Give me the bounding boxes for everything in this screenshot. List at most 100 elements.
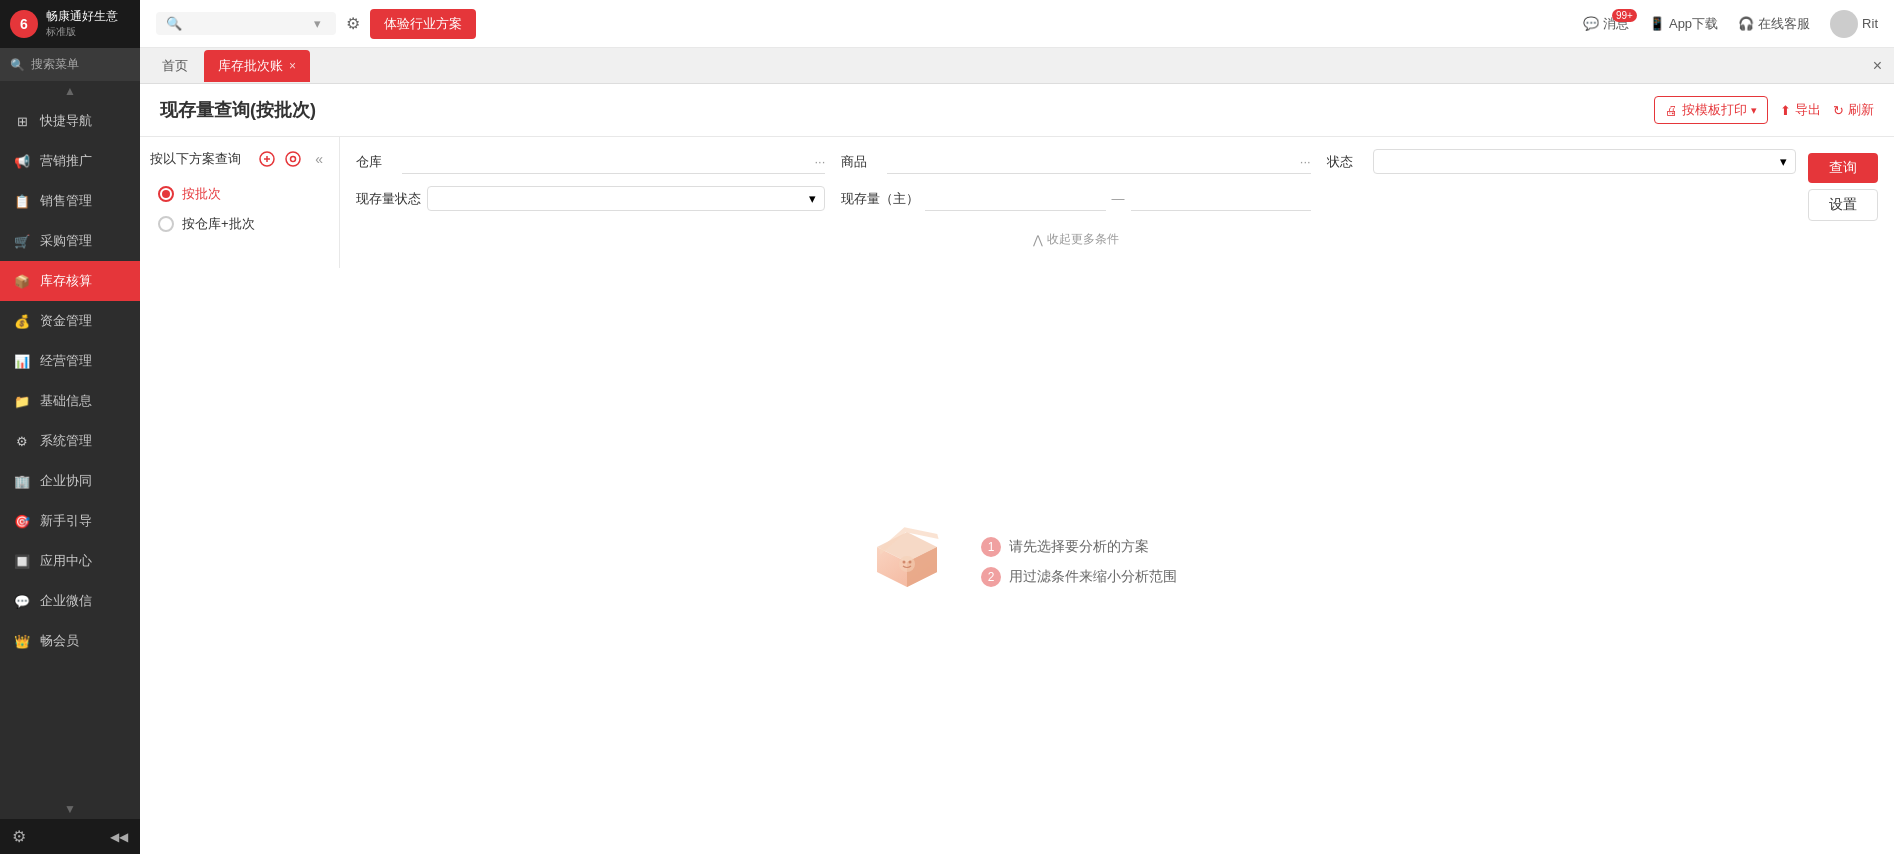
app-download-btn[interactable]: 📱 App下载 <box>1649 15 1718 33</box>
filter-option-by-warehouse-batch-label: 按仓库+批次 <box>182 215 255 233</box>
filter-collapse-btn[interactable]: « <box>309 149 329 169</box>
inventory-status-dropdown[interactable]: ▾ <box>427 186 825 211</box>
action-col: 查询 设置 <box>1808 149 1878 221</box>
collapse-more-btn[interactable]: ⋀ 收起更多条件 <box>356 223 1796 256</box>
sidebar-item-wechat[interactable]: 💬 企业微信 <box>0 581 140 621</box>
svg-point-4 <box>291 157 296 162</box>
filter-title-row: 按以下方案查询 <box>150 149 329 169</box>
print-dropdown-icon[interactable]: ▾ <box>1751 104 1757 117</box>
refresh-label: 刷新 <box>1848 101 1874 119</box>
product-input[interactable] <box>887 154 1299 169</box>
warehouse-more-icon[interactable]: ··· <box>814 154 825 169</box>
warehouse-input[interactable] <box>402 154 814 169</box>
sidebar-item-guide[interactable]: 🎯 新手引导 <box>0 501 140 541</box>
filter-option-by-warehouse-batch[interactable]: 按仓库+批次 <box>150 209 329 239</box>
message-icon: 💬 <box>1583 16 1599 31</box>
filter-add-btn[interactable] <box>257 149 277 169</box>
sidebar-scroll-up[interactable]: ▲ <box>0 81 140 101</box>
topbar-dropdown-icon[interactable]: ▾ <box>314 16 321 31</box>
content-area: 现存量查询(按批次) 🖨 按模板打印 ▾ ⬆ 导出 ↻ 刷新 <box>140 84 1894 854</box>
export-btn[interactable]: ⬆ 导出 <box>1780 101 1821 119</box>
sidebar-item-label: 销售管理 <box>40 192 92 210</box>
page-header: 现存量查询(按批次) 🖨 按模板打印 ▾ ⬆ 导出 ↻ 刷新 <box>140 84 1894 137</box>
online-service-btn[interactable]: 🎧 在线客服 <box>1738 15 1810 33</box>
sidebar-collapse-icon[interactable]: ◀◀ <box>110 830 128 844</box>
sidebar-item-membership[interactable]: 👑 畅会员 <box>0 621 140 661</box>
export-icon: ⬆ <box>1780 103 1791 118</box>
quantity-min-input[interactable] <box>925 187 1105 211</box>
empty-tip-1: 1 请先选择要分析的方案 <box>981 537 1177 557</box>
phone-icon: 📱 <box>1649 16 1665 31</box>
sidebar-item-operations[interactable]: 📊 经营管理 <box>0 341 140 381</box>
finance-icon: 💰 <box>12 311 32 331</box>
filter-left-panel: 按以下方案查询 <box>140 137 340 268</box>
sidebar-item-system[interactable]: ⚙ 系统管理 <box>0 421 140 461</box>
sidebar-item-finance[interactable]: 💰 资金管理 <box>0 301 140 341</box>
sidebar-item-label: 系统管理 <box>40 432 92 450</box>
wechat-icon: 💬 <box>12 591 32 611</box>
operations-icon: 📊 <box>12 351 32 371</box>
empty-state: 1 请先选择要分析的方案 2 用过滤条件来缩小分析范围 <box>140 270 1894 854</box>
search-icon: 🔍 <box>10 58 25 72</box>
user-profile-btn[interactable]: Rit <box>1830 10 1878 38</box>
refresh-btn[interactable]: ↻ 刷新 <box>1833 101 1874 119</box>
product-input-wrapper: ··· <box>887 150 1310 174</box>
product-more-icon[interactable]: ··· <box>1300 154 1311 169</box>
sidebar-item-marketing[interactable]: 📢 营销推广 <box>0 141 140 181</box>
tip-num-2: 2 <box>981 567 1001 587</box>
topbar-search-input[interactable] <box>188 17 308 31</box>
warehouse-label: 仓库 <box>356 153 396 171</box>
sidebar-item-sales[interactable]: 📋 销售管理 <box>0 181 140 221</box>
page-header-actions: 🖨 按模板打印 ▾ ⬆ 导出 ↻ 刷新 <box>1654 96 1874 124</box>
sidebar-settings-icon[interactable]: ⚙ <box>12 827 26 846</box>
sidebar-item-purchase[interactable]: 🛒 采购管理 <box>0 221 140 261</box>
marketing-icon: 📢 <box>12 151 32 171</box>
sidebar-item-inventory[interactable]: 📦 库存核算 <box>0 261 140 301</box>
quantity-dash: — <box>1112 191 1125 206</box>
sidebar: 6 畅康通好生意 标准版 🔍 搜索菜单 ▲ ⊞ 快捷导航 📢 营销推广 📋 销售… <box>0 0 140 854</box>
filter-area: 按以下方案查询 <box>140 137 1894 854</box>
sidebar-item-label: 采购管理 <box>40 232 92 250</box>
sidebar-item-label: 新手引导 <box>40 512 92 530</box>
filter-rows-wrapper: 仓库 ··· 商品 <box>356 149 1878 256</box>
query-btn[interactable]: 查询 <box>1808 153 1878 183</box>
template-print-label: 按模板打印 <box>1682 101 1747 119</box>
sidebar-item-quick-nav[interactable]: ⊞ 快捷导航 <box>0 101 140 141</box>
topbar-settings-icon[interactable]: ⚙ <box>346 14 360 33</box>
service-icon: 🎧 <box>1738 16 1754 31</box>
sidebar-item-basic-info[interactable]: 📁 基础信息 <box>0 381 140 421</box>
sidebar-scroll-down[interactable]: ▼ <box>0 799 140 819</box>
filter-results-area: 按以下方案查询 <box>140 137 1894 854</box>
panel-close-btn[interactable]: × <box>1869 53 1886 79</box>
tab-close-icon[interactable]: × <box>289 59 296 73</box>
experience-btn[interactable]: 体验行业方案 <box>370 9 476 39</box>
status-dropdown[interactable]: ▾ <box>1373 149 1796 174</box>
sidebar-item-label: 经营管理 <box>40 352 92 370</box>
tip-text-2: 用过滤条件来缩小分析范围 <box>1009 568 1177 586</box>
sidebar-item-enterprise[interactable]: 🏢 企业协同 <box>0 461 140 501</box>
filter-field-status: 状态 ▾ <box>1327 149 1796 174</box>
inventory-status-dropdown-icon: ▾ <box>809 191 816 206</box>
sidebar-header: 6 畅康通好生意 标准版 <box>0 0 140 48</box>
filter-option-by-batch[interactable]: 按批次 <box>150 179 329 209</box>
status-label: 状态 <box>1327 153 1367 171</box>
tab-home[interactable]: 首页 <box>148 50 202 82</box>
template-print-btn[interactable]: 🖨 按模板打印 ▾ <box>1654 96 1768 124</box>
export-label: 导出 <box>1795 101 1821 119</box>
quick-nav-icon: ⊞ <box>12 111 32 131</box>
messages-btn[interactable]: 💬 消息 99+ <box>1583 15 1629 33</box>
quantity-max-input[interactable] <box>1131 187 1311 211</box>
tabs-bar: 首页 库存批次账 × × <box>140 48 1894 84</box>
filter-settings-btn[interactable] <box>283 149 303 169</box>
setting-btn[interactable]: 设置 <box>1808 189 1878 221</box>
enterprise-icon: 🏢 <box>12 471 32 491</box>
tab-home-label: 首页 <box>162 57 188 75</box>
filter-icon-group: « <box>257 149 329 169</box>
inventory-icon: 📦 <box>12 271 32 291</box>
sidebar-item-app-center[interactable]: 🔲 应用中心 <box>0 541 140 581</box>
sidebar-item-label: 畅会员 <box>40 632 79 650</box>
topbar-search-area[interactable]: 🔍 ▾ <box>156 12 336 35</box>
sidebar-search[interactable]: 🔍 搜索菜单 <box>0 48 140 81</box>
refresh-icon: ↻ <box>1833 103 1844 118</box>
tab-inventory-batch[interactable]: 库存批次账 × <box>204 50 310 82</box>
